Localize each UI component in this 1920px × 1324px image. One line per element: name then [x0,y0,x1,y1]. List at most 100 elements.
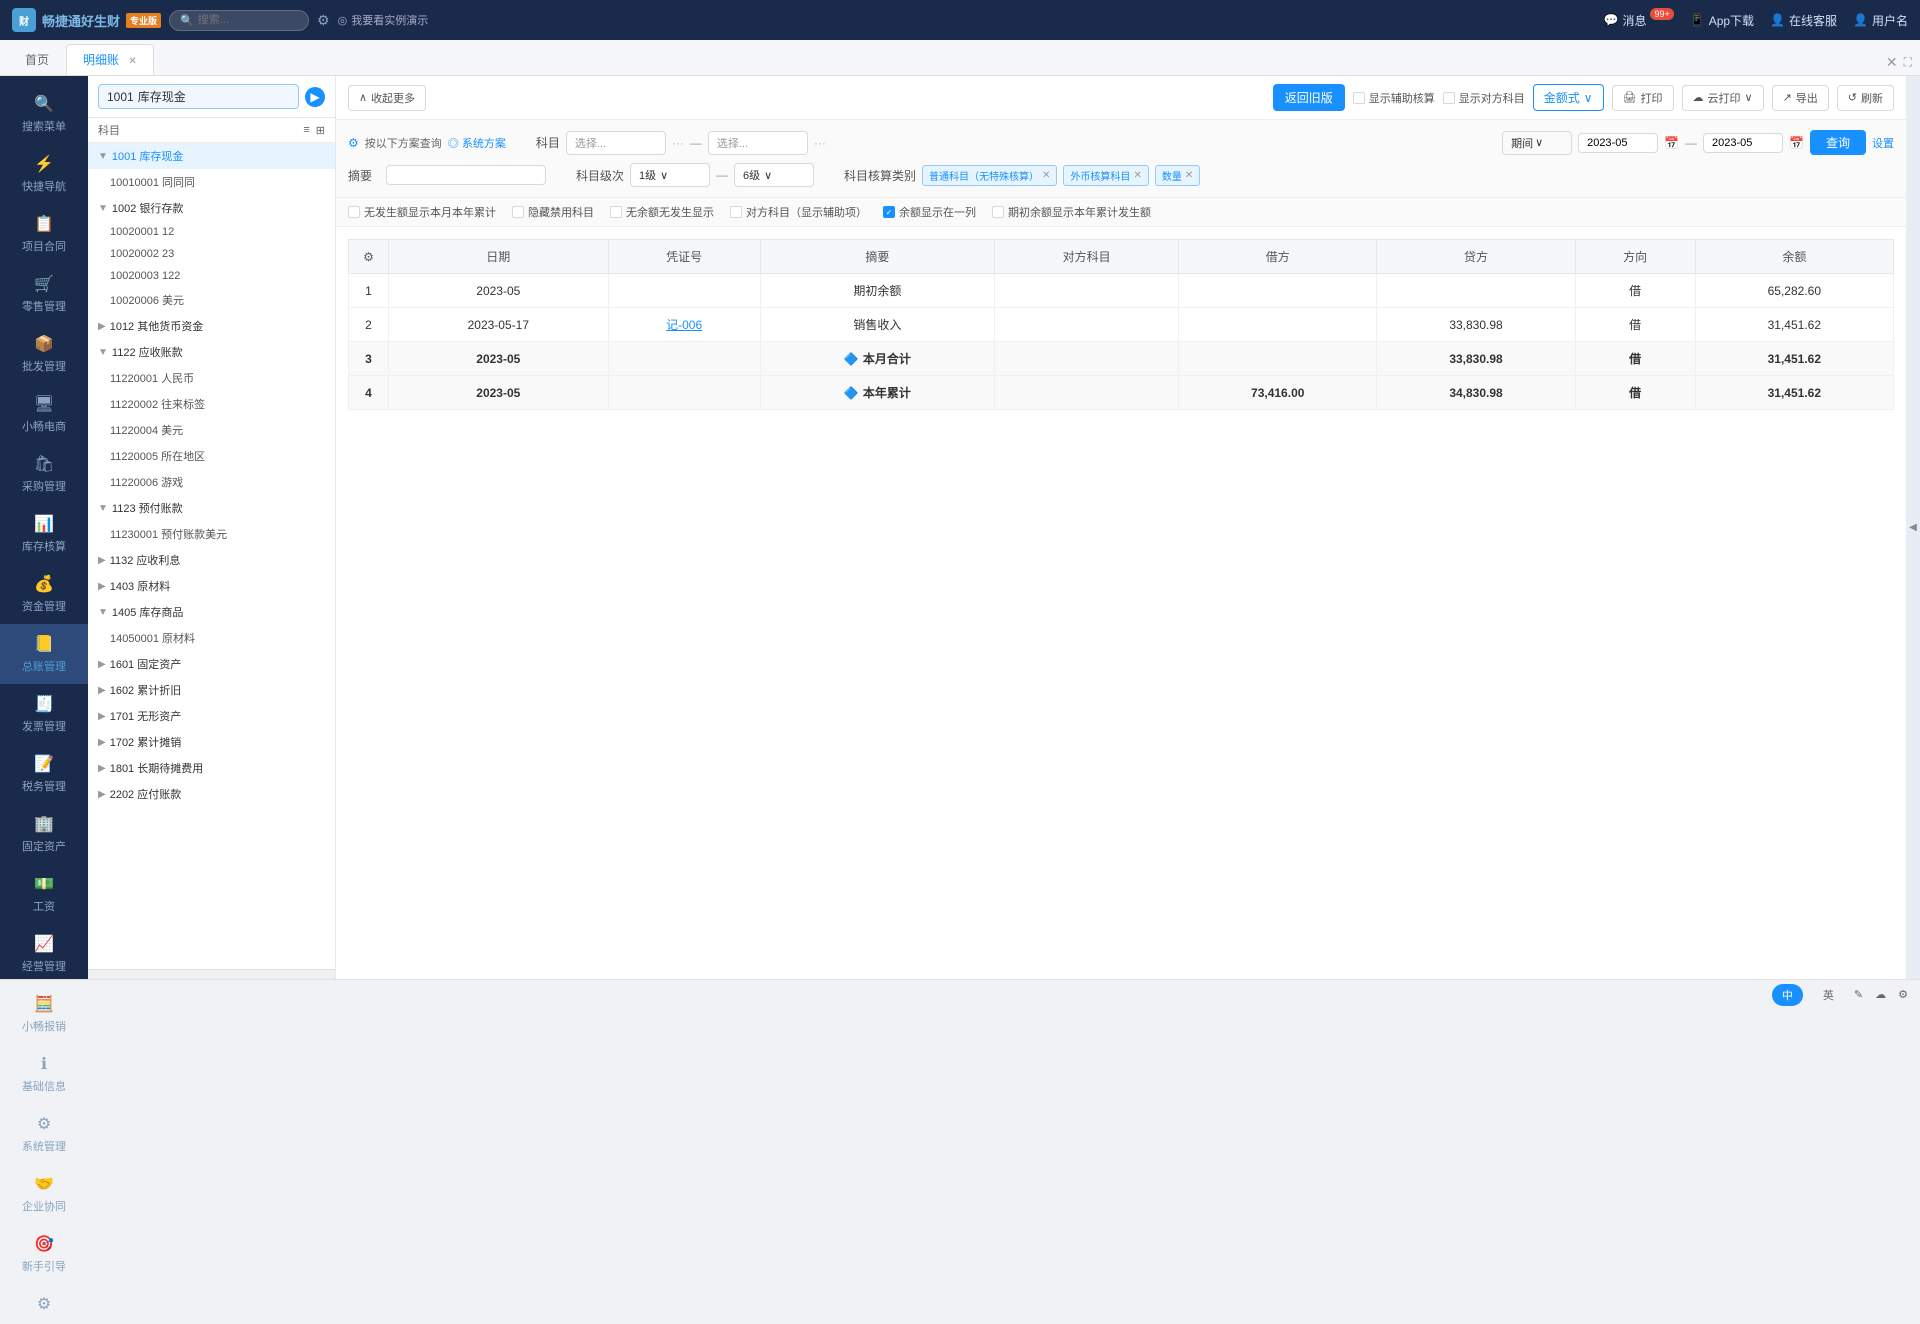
refresh-btn[interactable]: ↺ 刷新 [1837,85,1894,111]
query-btn[interactable]: 查询 [1810,130,1866,155]
option-hide-disabled[interactable]: 隐藏禁用科目 [512,204,594,220]
sidebar-item-contract[interactable]: 📋 项目合同 [0,204,88,264]
tree-item-10020001[interactable]: 10020001 12 [88,221,335,243]
tree-item-10020003[interactable]: 10020003 122 [88,265,335,287]
balance-one-col-checkbox[interactable]: ✓ [883,206,895,218]
sidebar-item-salary[interactable]: 💵 工资 [0,864,88,924]
show-aux-check[interactable]: 显示辅助核算 [1353,90,1435,106]
cloud-icon[interactable]: ☁ [1875,988,1886,1001]
sidebar-item-ledger[interactable]: 📒 总账管理 [0,624,88,684]
tree-item-1405[interactable]: ▼ 1405 库存商品 [88,599,335,625]
option-init-balance[interactable]: 期初余额显示本年累计发生额 [992,204,1151,220]
summary-input[interactable] [386,165,546,185]
type-tag-2[interactable]: 外币核算科目 ✕ [1063,165,1148,186]
sidebar-item-capital[interactable]: 💰 资金管理 [0,564,88,624]
no-balance-checkbox[interactable] [348,206,360,218]
expand-more-btn[interactable]: ∧ 收起更多 [348,85,426,111]
col-settings[interactable]: ⚙ [349,240,389,274]
show-opposite-checkbox[interactable] [730,206,742,218]
online-service-button[interactable]: 👤 在线客服 [1770,12,1837,29]
lang-en-btn[interactable]: 英 [1815,984,1842,1006]
opposite-checkbox[interactable] [1443,92,1455,104]
demo-button[interactable]: ◎ 我要看实例演示 [338,12,429,28]
cloud-print-btn[interactable]: ☁ 云打印 ∨ [1682,85,1764,111]
tree-item-11220004[interactable]: 11220004 美元 [88,417,335,443]
option-no-balance[interactable]: 无发生额显示本月本年累计 [348,204,496,220]
tree-item-1602[interactable]: ▶ 1602 累计折旧 [88,677,335,703]
option-show-opposite[interactable]: 对方科目（显示辅助项） [730,204,867,220]
settings-link[interactable]: 设置 [1872,135,1894,151]
sidebar-item-search[interactable]: 🔍 搜索菜单 [0,84,88,144]
tree-item-1701[interactable]: ▶ 1701 无形资产 [88,703,335,729]
sidebar-item-cooperation[interactable]: 🤝 企业协同 [0,1164,88,1224]
hide-disabled-checkbox[interactable] [512,206,524,218]
tree-item-1122[interactable]: ▼ 1122 应收账款 [88,339,335,365]
init-balance-checkbox[interactable] [992,206,1004,218]
type-tag-3-close[interactable]: ✕ [1185,170,1193,181]
tree-item-11220001[interactable]: 11220001 人民币 [88,365,335,391]
tree-item-1601[interactable]: ▶ 1601 固定资产 [88,651,335,677]
search-input[interactable] [198,14,298,26]
sidebar-item-guide[interactable]: 🎯 新手引导 [0,1224,88,1284]
close-panel-btn[interactable]: ✕ [1886,54,1898,71]
sidebar-item-inventory[interactable]: 📊 库存核算 [0,504,88,564]
tree-scrollbar[interactable] [88,969,335,979]
sidebar-item-assets[interactable]: 🏢 固定资产 [0,804,88,864]
app-download-button[interactable]: 📱 App下载 [1690,12,1754,29]
tab-home[interactable]: 首页 [8,44,66,75]
tree-item-11220002[interactable]: 11220002 往来标签 [88,391,335,417]
sidebar-item-retail[interactable]: 🛒 零售管理 [0,264,88,324]
tree-item-1002[interactable]: ▼ 1002 银行存款 [88,195,335,221]
tree-item-1702[interactable]: ▶ 1702 累计摊销 [88,729,335,755]
level-from-select[interactable]: 1级 ∨ [630,163,710,187]
tree-item-10020002[interactable]: 10020002 23 [88,243,335,265]
sidebar-item-invoice[interactable]: 🧾 发票管理 [0,684,88,744]
user-avatar[interactable]: 👤 用户名 [1853,12,1908,29]
period-type-select[interactable]: 期间 ∨ [1502,131,1572,155]
option-balance-one-col[interactable]: ✓ 余额显示在一列 [883,204,976,220]
tree-item-10020006[interactable]: 10020006 美元 [88,287,335,313]
format-dropdown-btn[interactable]: 金额式 ∨ [1533,84,1604,111]
type-tag-1[interactable]: 普通科目（无特殊核算） ✕ [922,165,1057,186]
edit-icon[interactable]: ✎ [1854,988,1863,1001]
sidebar-item-sysadmin[interactable]: ⚙ 系统管理 [0,1104,88,1164]
tree-nav-btn[interactable]: ▶ [305,87,325,107]
type-tag-1-close[interactable]: ✕ [1042,170,1050,181]
tree-item-10010001[interactable]: 10010001 同同同 [88,169,335,195]
sidebar-item-baseinfo[interactable]: ℹ 基础信息 [0,1044,88,1104]
sidebar-item-wholesale[interactable]: 📦 批发管理 [0,324,88,384]
tree-item-1001[interactable]: ▼ 1001 库存现金 [88,143,335,169]
tab-close-icon[interactable]: ✕ [128,56,136,67]
global-search[interactable]: 🔍 [169,10,309,31]
tab-detail[interactable]: 明细账 ✕ [66,44,154,75]
fullscreen-btn[interactable]: ⛶ [1904,55,1912,70]
sidebar-item-tax[interactable]: 📝 税务管理 [0,744,88,804]
option-no-balance2[interactable]: 无余额无发生显示 [610,204,714,220]
aux-checkbox[interactable] [1353,92,1365,104]
voucher-link[interactable]: 记-006 [666,318,702,332]
show-opposite-check[interactable]: 显示对方科目 [1443,90,1525,106]
message-button[interactable]: 💬 消息 99+ [1604,12,1674,29]
tree-item-11230001[interactable]: 11230001 预付账款美元 [88,521,335,547]
sidebar-item-ecommerce[interactable]: 🖥 小畅电商 [0,384,88,444]
export-btn[interactable]: ↗ 导出 [1772,85,1829,111]
tree-item-1801[interactable]: ▶ 1801 长期待摊费用 [88,755,335,781]
settings-icon-bottom[interactable]: ⚙ [1898,988,1908,1001]
period-from-input[interactable] [1578,133,1658,153]
sidebar-item-report[interactable]: 🧮 小畅报销 [0,984,88,1044]
sidebar-item-quicknav[interactable]: ⚡ 快捷导航 [0,144,88,204]
return-old-btn[interactable]: 返回旧版 [1273,84,1345,111]
tree-list-icon[interactable]: ≡ [303,124,309,137]
tree-item-11220005[interactable]: 11220005 所在地区 [88,443,335,469]
type-tag-3[interactable]: 数量 ✕ [1155,165,1200,186]
scheme-link[interactable]: ◎ 系统方案 [448,135,506,151]
sidebar-item-operations[interactable]: 📈 经营管理 [0,924,88,984]
tree-item-1123[interactable]: ▼ 1123 预付账款 [88,495,335,521]
tree-item-1012[interactable]: ▶ 1012 其他货币资金 [88,313,335,339]
tree-item-14050001[interactable]: 14050001 原材料 [88,625,335,651]
type-tag-2-close[interactable]: ✕ [1133,170,1141,181]
period-to-input[interactable] [1703,133,1783,153]
tree-item-1403[interactable]: ▶ 1403 原材料 [88,573,335,599]
tree-item-2202[interactable]: ▶ 2202 应付账款 [88,781,335,807]
subject-input-to[interactable]: 选择... [708,131,808,155]
